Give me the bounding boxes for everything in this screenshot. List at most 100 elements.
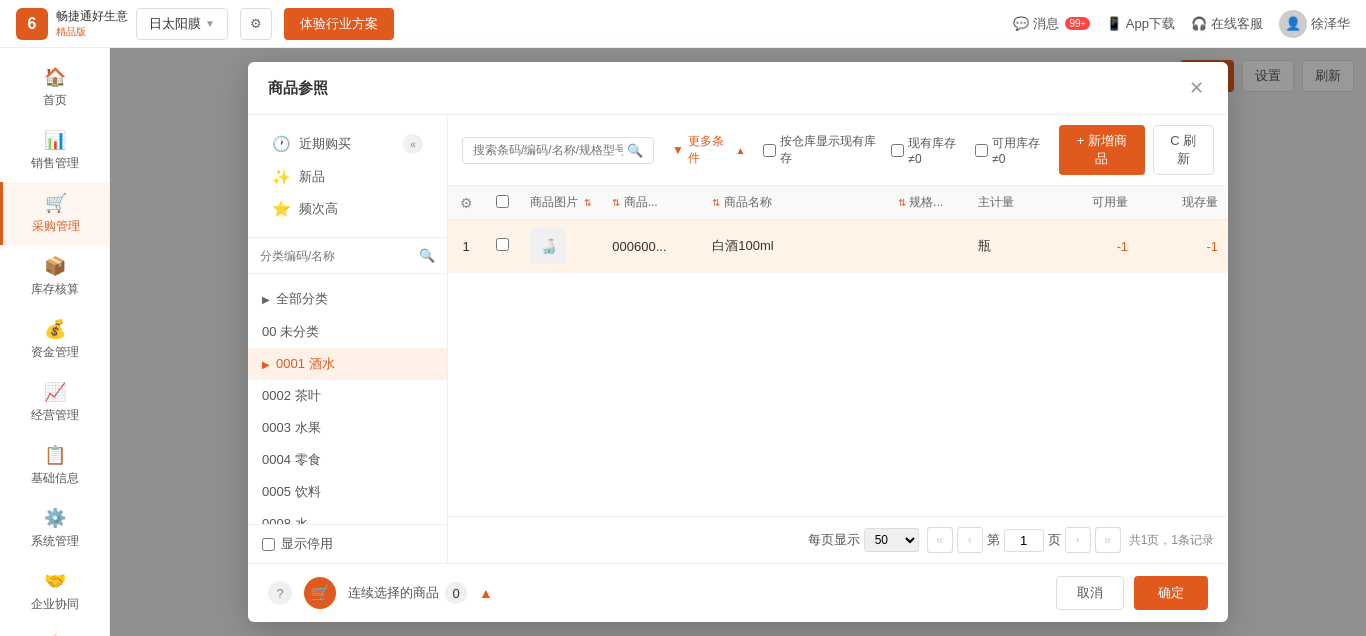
app-download-label: App下载: [1126, 15, 1175, 33]
category-item-0002[interactable]: 0002 茶叶: [248, 380, 447, 412]
category-00-label: 00 未分类: [262, 323, 319, 341]
product-search-input[interactable]: [473, 143, 623, 157]
collapse-button[interactable]: «: [403, 134, 423, 154]
sidebar-item-home[interactable]: 🏠 首页: [0, 56, 109, 119]
col-avail-header: 可用量: [1048, 186, 1138, 220]
warehouse-stock-checkbox[interactable]: [763, 144, 776, 157]
sidebar-item-system[interactable]: ⚙️ 系统管理: [0, 497, 109, 560]
refresh-button[interactable]: C 刷新: [1153, 125, 1214, 175]
sidebar-item-guide[interactable]: 🌟 新手引导: [0, 623, 109, 636]
show-disabled-checkbox[interactable]: [262, 538, 275, 551]
select-all-checkbox[interactable]: [496, 195, 509, 208]
store-selector[interactable]: 日太阳膜 ▼: [136, 8, 228, 40]
prev-page-button[interactable]: ‹: [957, 527, 983, 553]
modal-footer: ? 🛒 连续选择的商品 0 ▲ 取消 确定: [248, 563, 1228, 622]
top-nav-middle: 日太阳膜 ▼ ⚙ 体验行业方案: [136, 8, 1013, 40]
all-category-item[interactable]: ▶ 全部分类: [248, 282, 447, 316]
page-label: 第: [987, 531, 1000, 549]
user-item[interactable]: 👤 徐泽华: [1279, 10, 1350, 38]
page-number-input[interactable]: [1004, 529, 1044, 552]
table-settings-icon[interactable]: ⚙: [460, 195, 473, 211]
filter-arrow-icon: ▲: [736, 145, 746, 156]
category-search: 🔍: [248, 238, 447, 274]
sidebar: 🏠 首页 📊 销售管理 🛒 采购管理 📦 库存核算 💰 资金管理 📈 经营管理 …: [0, 48, 110, 636]
category-item-00[interactable]: 00 未分类: [248, 316, 447, 348]
collapse-arrow-icon[interactable]: ▲: [479, 585, 493, 601]
per-page-select[interactable]: 10 20 50 100: [864, 528, 919, 552]
warehouse-stock-filter[interactable]: 按仓库显示现有库存: [763, 133, 881, 167]
next-page-button[interactable]: ›: [1065, 527, 1091, 553]
selected-count-badge: 0: [445, 582, 467, 604]
new-product-item[interactable]: ✨ 新品: [260, 161, 435, 193]
star-icon: ⭐: [272, 200, 291, 218]
col-name-header: ⇅ 商品名称: [702, 186, 888, 220]
basic-icon: 📋: [44, 444, 66, 466]
new-product-label: 新品: [299, 168, 325, 186]
service-label: 在线客服: [1211, 15, 1263, 33]
home-icon: 🏠: [44, 66, 66, 88]
category-search-input[interactable]: [260, 249, 413, 263]
top-nav-right: 💬 消息 99+ 📱 App下载 🎧 在线客服 👤 徐泽华: [1013, 10, 1350, 38]
sales-icon: 📊: [44, 129, 66, 151]
page-unit: 页: [1048, 531, 1061, 549]
logo-area: 6 畅捷通好生意 精品版: [16, 8, 136, 40]
add-product-button[interactable]: + 新增商品: [1059, 125, 1144, 175]
category-item-0003[interactable]: 0003 水果: [248, 412, 447, 444]
recent-purchase-item[interactable]: 🕐 近期购买 «: [260, 127, 435, 161]
avail-nonzero-label: 可用库存≠0: [992, 135, 1049, 166]
modal-close-button[interactable]: ✕: [1184, 76, 1208, 100]
row-name-cell: 白酒100ml: [702, 220, 888, 273]
sidebar-item-collab[interactable]: 🤝 企业协同: [0, 560, 109, 623]
selected-goods-info: 连续选择的商品 0: [348, 582, 467, 604]
category-item-0001[interactable]: ▶ 0001 酒水: [248, 348, 447, 380]
sidebar-item-business[interactable]: 📈 经营管理: [0, 371, 109, 434]
first-page-button[interactable]: «: [927, 527, 953, 553]
sidebar-item-sales[interactable]: 📊 销售管理: [0, 119, 109, 182]
logo-title: 畅捷通好生意: [56, 8, 128, 25]
category-item-0005[interactable]: 0005 饮料: [248, 476, 447, 508]
category-item-0008[interactable]: 0008 水: [248, 508, 447, 524]
message-icon: 💬: [1013, 16, 1029, 31]
per-page-label: 每页显示: [808, 531, 860, 549]
show-disabled-section: 显示停用: [248, 524, 447, 563]
content-area: 查询 设置 刷新 商品参照 ✕ 🕐: [110, 48, 1366, 636]
avail-nonzero-checkbox[interactable]: [975, 144, 988, 157]
frequent-item[interactable]: ⭐ 频次高: [260, 193, 435, 225]
sidebar-item-inventory[interactable]: 📦 库存核算: [0, 245, 109, 308]
product-table: ⚙ 商品图片 ⇅: [448, 186, 1228, 273]
nonzero-stock-checkbox[interactable]: [891, 144, 904, 157]
category-0008-label: 0008 水: [262, 515, 308, 524]
row-checkbox[interactable]: [496, 238, 509, 251]
more-filter-button[interactable]: ▼ 更多条件 ▲: [664, 129, 753, 171]
confirm-button[interactable]: 确定: [1134, 576, 1208, 610]
sidebar-label-home: 首页: [43, 92, 67, 109]
category-item-0004[interactable]: 0004 零食: [248, 444, 447, 476]
last-page-button[interactable]: »: [1095, 527, 1121, 553]
cancel-button[interactable]: 取消: [1056, 576, 1124, 610]
product-thumbnail: 🍶: [530, 228, 566, 264]
app-download-item[interactable]: 📱 App下载: [1106, 15, 1175, 33]
col-code-header: ⇅ 商品...: [602, 186, 702, 220]
username-label: 徐泽华: [1311, 15, 1350, 33]
sidebar-item-finance[interactable]: 💰 资金管理: [0, 308, 109, 371]
nonzero-stock-filter[interactable]: 现有库存≠0: [891, 135, 965, 166]
sidebar-item-basic[interactable]: 📋 基础信息: [0, 434, 109, 497]
service-item[interactable]: 🎧 在线客服: [1191, 15, 1263, 33]
left-panel: 🕐 近期购买 « ✨ 新品 ⭐ 频次高: [248, 115, 448, 563]
footer-left: ? 🛒 连续选择的商品 0 ▲: [268, 577, 493, 609]
sidebar-item-purchase[interactable]: 🛒 采购管理: [0, 182, 109, 245]
modal-body: 🕐 近期购买 « ✨ 新品 ⭐ 频次高: [248, 115, 1228, 563]
table-row[interactable]: 1 🍶 000600... 白酒100ml: [448, 220, 1228, 273]
cart-icon[interactable]: 🛒: [304, 577, 336, 609]
avail-nonzero-filter[interactable]: 可用库存≠0: [975, 135, 1049, 166]
experience-btn[interactable]: 体验行业方案: [284, 8, 394, 40]
sidebar-label-sales: 销售管理: [31, 155, 79, 172]
message-nav-item[interactable]: 💬 消息 99+: [1013, 15, 1089, 33]
search-magnify-icon[interactable]: 🔍: [627, 143, 643, 158]
spec-col-sort-icon: ⇅: [898, 197, 906, 208]
logo-sub: 精品版: [56, 25, 128, 39]
settings-button[interactable]: ⚙: [240, 8, 272, 40]
sidebar-label-finance: 资金管理: [31, 344, 79, 361]
help-icon[interactable]: ?: [268, 581, 292, 605]
search-icon[interactable]: 🔍: [419, 248, 435, 263]
